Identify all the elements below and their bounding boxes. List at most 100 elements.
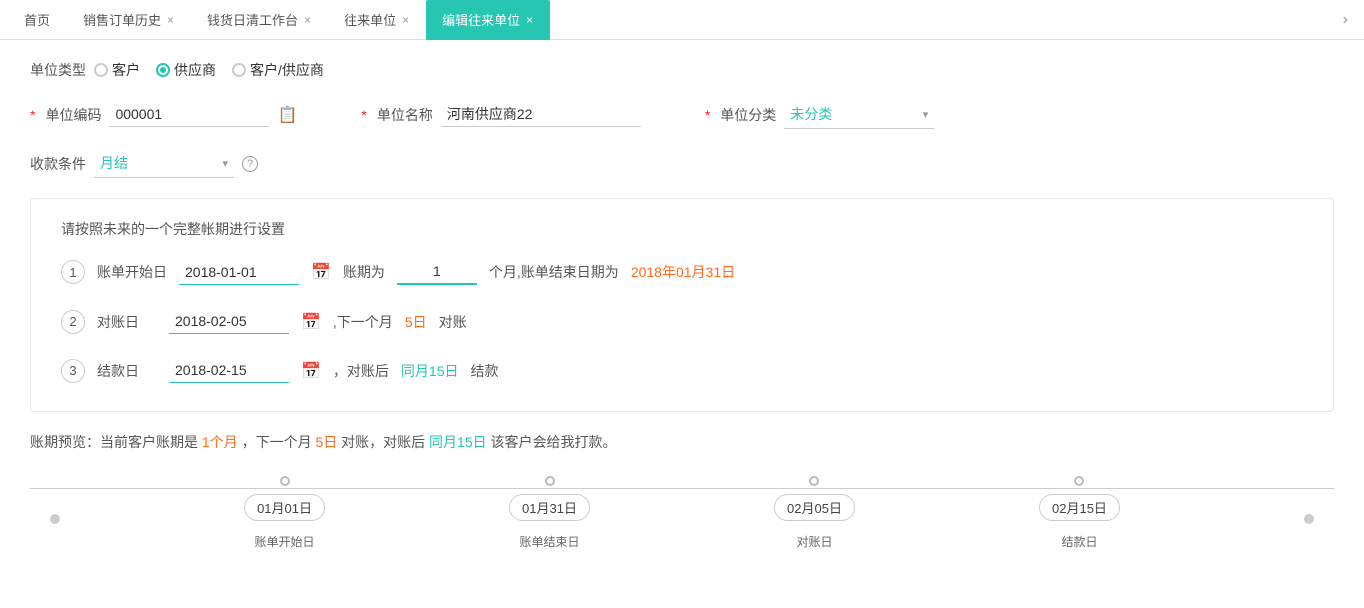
period-desc-prefix-2: ,下一个月 xyxy=(333,312,393,332)
required-star3: * xyxy=(705,107,710,123)
timeline-start-dot xyxy=(50,514,60,524)
unit-category-label: 单位分类 xyxy=(720,105,776,125)
preview-highlight1: 1个月 xyxy=(202,434,238,450)
timeline-sublabel-3: 对账日 xyxy=(796,533,832,550)
period-highlight-day-2: 5日 xyxy=(405,312,427,332)
period-highlight-date-1: 2018年01月31日 xyxy=(631,262,735,282)
timeline-dot-3 xyxy=(809,476,819,486)
unit-code-group: * 单位编码 📋 xyxy=(30,102,297,127)
timeline-sublabel-4: 结款日 xyxy=(1061,533,1097,550)
period-desc-suffix-1: 个月,账单结束日期为 xyxy=(489,262,619,282)
payment-terms-row: 收款条件 月结 ▾ ? xyxy=(30,149,1334,178)
unit-type-group: 单位类型 客户 供应商 客户/供应商 xyxy=(30,60,324,80)
timeline-node-4: 02月15日 结款日 xyxy=(1039,476,1120,550)
radio-circle-supplier xyxy=(156,63,170,77)
close-icon[interactable]: × xyxy=(167,13,174,27)
unit-type-row: 单位类型 客户 供应商 客户/供应商 xyxy=(30,60,1334,80)
preview-middle2: 对账，对账后 xyxy=(341,434,425,450)
radio-circle-customer xyxy=(94,63,108,77)
close-icon[interactable]: × xyxy=(402,13,409,27)
timeline-end-dot xyxy=(1304,514,1314,524)
unit-category-group: * 单位分类 未分类 ▾ xyxy=(705,100,934,129)
timeline-dot-2 xyxy=(545,476,555,486)
period-desc-prefix-1: 账期为 xyxy=(343,262,385,282)
period-date-input-2[interactable] xyxy=(169,309,289,334)
timeline-sublabel-1: 账单开始日 xyxy=(255,533,315,550)
radio-group-unit-type: 客户 供应商 客户/供应商 xyxy=(94,60,324,80)
timeline-sublabel-2: 账单结束日 xyxy=(520,533,580,550)
preview-highlight3: 同月15日 xyxy=(429,434,487,450)
required-star2: * xyxy=(361,107,366,123)
unit-code-input[interactable] xyxy=(109,102,269,127)
main-content: 单位类型 客户 供应商 客户/供应商 * 单位编码 xyxy=(0,40,1364,608)
tab-sales-history[interactable]: 销售订单历史 × xyxy=(67,0,191,40)
preview-highlight2: 5日 xyxy=(315,434,337,450)
chevron-down-icon: ▾ xyxy=(923,108,929,121)
period-row-1: 1 账单开始日 📅 账期为 个月,账单结束日期为 2018年01月31日 xyxy=(61,259,1303,285)
close-icon[interactable]: × xyxy=(526,13,533,27)
timeline-node-1: 01月01日 账单开始日 xyxy=(244,476,325,550)
help-icon[interactable]: ? xyxy=(242,156,258,172)
tab-scroll-arrow[interactable]: › xyxy=(1335,11,1356,29)
calendar-icon-1[interactable]: 📅 xyxy=(311,262,331,282)
timeline-node-3: 02月05日 对账日 xyxy=(774,476,855,550)
period-field-label-1: 账单开始日 xyxy=(97,262,167,282)
payment-terms-group: 收款条件 月结 ▾ ? xyxy=(30,149,258,178)
timeline-container: 01月01日 账单开始日 01月31日 账单结束日 02月05日 对账日 02月… xyxy=(30,476,1334,550)
period-number-3: 3 xyxy=(61,359,85,383)
tab-edit-partner[interactable]: 编辑往来单位 × xyxy=(426,0,550,40)
preview-middle1: ，下一个月 xyxy=(242,434,312,450)
period-number-2: 2 xyxy=(61,310,85,334)
period-date-input-3[interactable] xyxy=(169,358,289,383)
unit-name-input[interactable] xyxy=(441,102,641,127)
radio-customer[interactable]: 客户 xyxy=(94,60,140,80)
timeline-node-2: 01月31日 账单结束日 xyxy=(509,476,590,550)
radio-circle-both xyxy=(232,63,246,77)
timeline-label-1: 01月01日 xyxy=(244,494,325,521)
unit-code-label: 单位编码 xyxy=(45,105,101,125)
unit-name-label: 单位名称 xyxy=(377,105,433,125)
unit-name-group: * 单位名称 xyxy=(361,102,640,127)
radio-both[interactable]: 客户/供应商 xyxy=(232,60,324,80)
timeline-label-4: 02月15日 xyxy=(1039,494,1120,521)
chevron-down-icon2: ▾ xyxy=(222,157,228,170)
period-desc-suffix-2: 对账 xyxy=(439,312,467,332)
payment-terms-value: 月结 xyxy=(100,153,218,173)
period-box: 请按照未来的一个完整帐期进行设置 1 账单开始日 📅 账期为 个月,账单结束日期… xyxy=(30,198,1334,412)
payment-terms-label: 收款条件 xyxy=(30,154,86,174)
period-row-3: 3 结款日 📅 ，对账后 同月15日 结款 xyxy=(61,358,1303,383)
tabs-bar: 首页 销售订单历史 × 钱货日清工作台 × 往来单位 × 编辑往来单位 × › xyxy=(0,0,1364,40)
timeline-label-2: 01月31日 xyxy=(509,494,590,521)
period-row-2: 2 对账日 📅 ,下一个月 5日 对账 xyxy=(61,309,1303,334)
unit-category-value: 未分类 xyxy=(790,104,918,124)
period-desc-suffix-3: 结款 xyxy=(471,361,499,381)
close-icon[interactable]: × xyxy=(304,13,311,27)
preview-text: 账期预览：当前客户账期是 1个月 ，下一个月 5日 对账，对账后 同月15日 该… xyxy=(30,432,1334,452)
timeline-nodes: 01月01日 账单开始日 01月31日 账单结束日 02月05日 对账日 02月… xyxy=(50,476,1314,550)
calendar-icon-2[interactable]: 📅 xyxy=(301,312,321,332)
required-star: * xyxy=(30,107,35,123)
period-field-label-2: 对账日 xyxy=(97,312,157,332)
unit-type-label: 单位类型 xyxy=(30,60,86,80)
period-desc-prefix-3: ，对账后 xyxy=(333,361,389,381)
tab-home[interactable]: 首页 xyxy=(8,0,67,40)
copy-icon[interactable]: 📋 xyxy=(277,105,297,125)
tab-partners[interactable]: 往来单位 × xyxy=(328,0,426,40)
calendar-icon-3[interactable]: 📅 xyxy=(301,361,321,381)
preview-prefix: 账期预览：当前客户账期是 xyxy=(30,434,198,450)
timeline-dot-4 xyxy=(1074,476,1084,486)
unit-category-select[interactable]: 未分类 ▾ xyxy=(784,100,934,129)
preview-suffix: 该客户会给我打款。 xyxy=(491,434,617,450)
unit-info-row: * 单位编码 📋 * 单位名称 * 单位分类 未分类 ▾ xyxy=(30,100,1334,129)
period-months-input[interactable] xyxy=(397,259,477,285)
radio-supplier[interactable]: 供应商 xyxy=(156,60,216,80)
period-field-label-3: 结款日 xyxy=(97,361,157,381)
period-highlight-day-3: 同月15日 xyxy=(401,361,459,381)
payment-terms-select[interactable]: 月结 ▾ xyxy=(94,149,234,178)
timeline-label-3: 02月05日 xyxy=(774,494,855,521)
timeline-dot-1 xyxy=(280,476,290,486)
period-title: 请按照未来的一个完整帐期进行设置 xyxy=(61,219,1303,239)
tab-cash-work[interactable]: 钱货日清工作台 × xyxy=(191,0,328,40)
period-number-1: 1 xyxy=(61,260,85,284)
period-date-input-1[interactable] xyxy=(179,260,299,285)
